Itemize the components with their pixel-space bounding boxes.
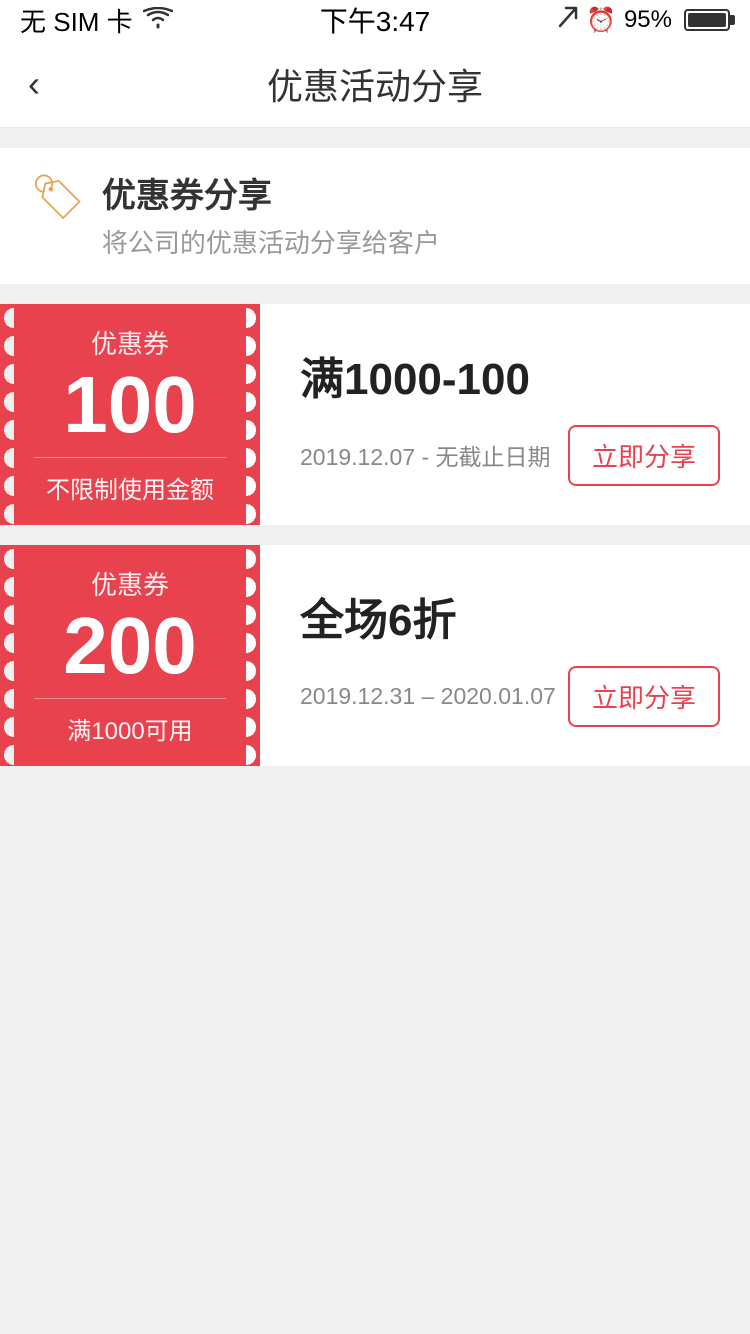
coupon-divider-1 bbox=[34, 457, 226, 458]
bottom-area bbox=[0, 786, 750, 1286]
coupon-name-1: 满1000-100 bbox=[300, 343, 720, 407]
section-title: 优惠券分享 bbox=[102, 176, 440, 217]
status-right: ⏰ 95% bbox=[558, 6, 730, 35]
coupon-name-2: 全场6折 bbox=[300, 584, 720, 648]
alarm-icon: ⏰ bbox=[586, 6, 616, 35]
coupon-right-1: 满1000-100 2019.12.07 - 无截止日期 立即分享 bbox=[260, 304, 750, 525]
location-icon bbox=[558, 6, 578, 35]
battery-icon bbox=[684, 9, 730, 31]
coupon-label-2: 优惠券 bbox=[91, 565, 169, 602]
section-header: 🏷 优惠券分享 将公司的优惠活动分享给客户 bbox=[0, 148, 750, 284]
coupon-label-1: 优惠券 bbox=[91, 324, 169, 361]
wifi-icon bbox=[143, 5, 173, 36]
coupon-date-row-2: 2019.12.31 – 2020.01.07 立即分享 bbox=[300, 666, 720, 727]
coupon-card-1: 优惠券 100 不限制使用金额 满1000-100 2019.12.07 - 无… bbox=[0, 304, 750, 525]
status-time: 下午3:47 bbox=[320, 0, 431, 40]
coupon-amount-1: 100 bbox=[63, 365, 196, 445]
page-title: 优惠活动分享 bbox=[267, 58, 483, 110]
status-bar: 无 SIM 卡 下午3:47 ⏰ 95% bbox=[0, 0, 750, 40]
share-button-1[interactable]: 立即分享 bbox=[568, 425, 720, 486]
section-text: 优惠券分享 将公司的优惠活动分享给客户 bbox=[102, 176, 440, 260]
coupon-date-row-1: 2019.12.07 - 无截止日期 立即分享 bbox=[300, 425, 720, 486]
status-left: 无 SIM 卡 bbox=[20, 2, 173, 39]
coupon-condition-1: 不限制使用金额 bbox=[46, 470, 214, 505]
coupon-date-1: 2019.12.07 - 无截止日期 bbox=[300, 438, 551, 472]
back-button[interactable]: ‹ bbox=[28, 63, 40, 105]
share-button-2[interactable]: 立即分享 bbox=[568, 666, 720, 727]
coupon-amount-2: 200 bbox=[63, 606, 196, 686]
coupon-left-2: 优惠券 200 满1000可用 bbox=[0, 545, 260, 766]
section-subtitle: 将公司的优惠活动分享给客户 bbox=[102, 223, 440, 260]
coupon-card-2: 优惠券 200 满1000可用 全场6折 2019.12.31 – 2020.0… bbox=[0, 545, 750, 766]
nav-bar: ‹ 优惠活动分享 bbox=[0, 40, 750, 128]
battery-percent: 95% bbox=[624, 6, 672, 34]
signal-text: 无 SIM 卡 bbox=[20, 2, 133, 39]
coupon-list: 优惠券 100 不限制使用金额 满1000-100 2019.12.07 - 无… bbox=[0, 304, 750, 786]
coupon-divider-2 bbox=[34, 698, 226, 699]
coupon-left-1: 优惠券 100 不限制使用金额 bbox=[0, 304, 260, 525]
coupon-date-2: 2019.12.31 – 2020.01.07 bbox=[300, 683, 556, 710]
coupon-condition-2: 满1000可用 bbox=[67, 711, 192, 746]
coupon-right-2: 全场6折 2019.12.31 – 2020.01.07 立即分享 bbox=[260, 545, 750, 766]
coupon-section-icon: 🏷 bbox=[30, 176, 86, 220]
